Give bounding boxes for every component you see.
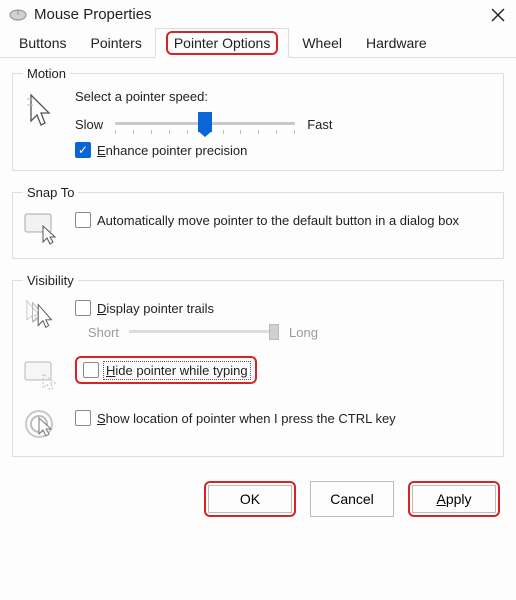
- pointer-trails-label: Display pointer trails: [97, 301, 214, 316]
- tab-pointers[interactable]: Pointers: [79, 28, 152, 58]
- ok-button[interactable]: OK: [208, 485, 292, 513]
- apply-button[interactable]: Apply: [412, 485, 496, 513]
- group-visibility: Visibility Display pointer trails Short: [12, 273, 504, 457]
- trails-long-label: Long: [289, 325, 318, 340]
- pointer-trails-checkbox[interactable]: [75, 300, 91, 316]
- fast-label: Fast: [307, 117, 332, 132]
- trails-short-label: Short: [75, 325, 119, 340]
- close-icon[interactable]: [490, 7, 506, 23]
- group-motion: Motion Select a pointer speed: Slow Fast: [12, 66, 504, 171]
- show-location-checkbox[interactable]: [75, 410, 91, 426]
- window-title: Mouse Properties: [34, 6, 152, 23]
- tab-wheel[interactable]: Wheel: [291, 28, 353, 58]
- title-bar: Mouse Properties: [0, 0, 516, 27]
- pointer-speed-slider[interactable]: [115, 112, 295, 136]
- cancel-button[interactable]: Cancel: [310, 481, 394, 517]
- ok-button-highlight: OK: [204, 481, 296, 517]
- show-location-label: Show location of pointer when I press th…: [97, 411, 396, 426]
- legend-snap-to: Snap To: [23, 185, 78, 200]
- hide-pointer-highlight: Hide pointer while typing: [75, 356, 257, 384]
- group-snap-to: Snap To Automatically move pointer to th…: [12, 185, 504, 259]
- tab-pointer-options-highlight: Pointer Options: [166, 31, 279, 55]
- pointer-speed-label: Select a pointer speed:: [75, 89, 493, 104]
- pointer-trails-icon: [23, 296, 61, 334]
- pointer-trails-slider: [129, 322, 279, 342]
- snap-to-icon: [23, 208, 61, 246]
- apply-button-highlight: Apply: [408, 481, 500, 517]
- tab-strip: Buttons Pointers Pointer Options Wheel H…: [0, 27, 516, 58]
- enhance-precision-label: Enhance pointer precision: [97, 143, 247, 158]
- mouse-icon: [8, 8, 28, 22]
- tab-pointer-options[interactable]: Pointer Options: [155, 28, 290, 58]
- enhance-precision-checkbox[interactable]: ✓: [75, 142, 91, 158]
- snap-to-checkbox[interactable]: [75, 212, 91, 228]
- legend-visibility: Visibility: [23, 273, 78, 288]
- hide-pointer-label: Hide pointer while typing: [105, 363, 249, 378]
- snap-to-label: Automatically move pointer to the defaul…: [97, 213, 459, 228]
- button-bar: OK Cancel Apply: [0, 471, 516, 531]
- hide-pointer-checkbox[interactable]: [83, 362, 99, 378]
- cursor-icon: [23, 89, 61, 129]
- show-location-icon: [23, 406, 61, 444]
- content-area: Motion Select a pointer speed: Slow Fast: [0, 58, 516, 457]
- slow-label: Slow: [75, 117, 103, 132]
- tab-hardware[interactable]: Hardware: [355, 28, 438, 58]
- slider-thumb-icon[interactable]: [198, 112, 212, 132]
- tab-buttons[interactable]: Buttons: [8, 28, 77, 58]
- hide-pointer-icon: [23, 356, 61, 392]
- legend-motion: Motion: [23, 66, 70, 81]
